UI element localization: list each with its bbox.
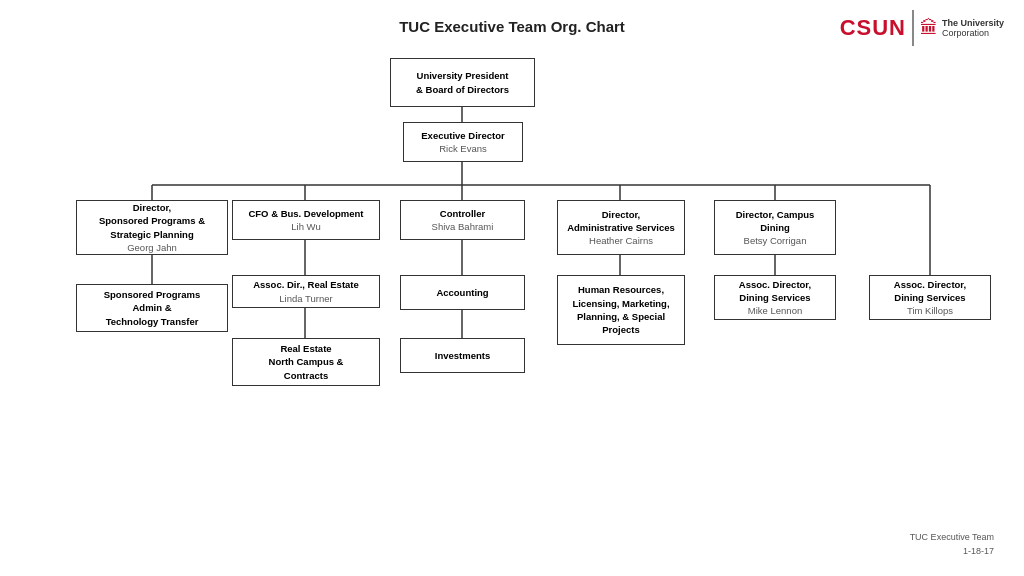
dir-dining-line2: Dining (760, 221, 790, 234)
re-line2: North Campus & (269, 355, 344, 368)
box-director-admin: Director, Administrative Services Heathe… (557, 200, 685, 255)
hr-line2: Licensing, Marketing, (572, 297, 669, 310)
accounting-label: Accounting (436, 286, 488, 299)
footer-line2: 1-18-17 (910, 545, 994, 559)
footer: TUC Executive Team 1-18-17 (910, 531, 994, 558)
box-assoc-dining2: Assoc. Director, Dining Services Tim Kil… (869, 275, 991, 320)
assoc-dining1-name: Mike Lennon (748, 304, 802, 317)
assoc-dining1-line2: Dining Services (739, 291, 810, 304)
box-director-campus-dining: Director, Campus Dining Betsy Corrigan (714, 200, 836, 255)
cfo-name: Lih Wu (291, 220, 320, 233)
logo-right: 🏛 The University Corporation (920, 18, 1004, 39)
sponsored-admin-line2: Admin & (132, 301, 171, 314)
dir-admin-title: Director, (602, 208, 641, 221)
sponsored-admin-line1: Sponsored Programs (104, 288, 201, 301)
assoc-dining1-title: Assoc. Director, (739, 278, 811, 291)
box-real-estate: Real Estate North Campus & Contracts (232, 338, 380, 386)
assoc-dining2-line2: Dining Services (894, 291, 965, 304)
dir-admin-line2: Administrative Services (567, 221, 675, 234)
corporation-name: Corporation (942, 28, 1004, 38)
assoc-re-title: Assoc. Dir., Real Estate (253, 278, 359, 291)
box-executive-director: Executive Director Rick Evans (403, 122, 523, 162)
box-assoc-real-estate: Assoc. Dir., Real Estate Linda Turner (232, 275, 380, 308)
assoc-re-name: Linda Turner (279, 292, 332, 305)
controller-name: Shiva Bahrami (432, 220, 494, 233)
dir-dining-name: Betsy Corrigan (744, 234, 807, 247)
hr-line1: Human Resources, (578, 283, 664, 296)
box-hr: Human Resources, Licensing, Marketing, P… (557, 275, 685, 345)
assoc-dining2-title: Assoc. Director, (894, 278, 966, 291)
re-line1: Real Estate (280, 342, 331, 355)
dir-sponsored-title: Director, (133, 201, 172, 214)
footer-line1: TUC Executive Team (910, 531, 994, 545)
university-president-title: University President (417, 69, 509, 82)
exec-director-title: Executive Director (421, 129, 504, 142)
exec-director-name: Rick Evans (439, 142, 487, 155)
dir-dining-title: Director, Campus (736, 208, 815, 221)
re-line3: Contracts (284, 369, 328, 382)
dir-sponsored-line2: Sponsored Programs & (99, 214, 205, 227)
dir-sponsored-name: Georg Jahn (127, 241, 177, 254)
box-cfo: CFO & Bus. Development Lih Wu (232, 200, 380, 240)
dir-sponsored-line3: Strategic Planning (110, 228, 193, 241)
building-icon: 🏛 (920, 18, 938, 39)
box-accounting: Accounting (400, 275, 525, 310)
logo-area: CSUN 🏛 The University Corporation (840, 10, 1004, 46)
box-sponsored-admin: Sponsored Programs Admin & Technology Tr… (76, 284, 228, 332)
cfo-title: CFO & Bus. Development (248, 207, 363, 220)
sponsored-admin-line3: Technology Transfer (106, 315, 199, 328)
assoc-dining2-name: Tim Killops (907, 304, 953, 317)
box-investments: Investments (400, 338, 525, 373)
investments-label: Investments (435, 349, 490, 362)
box-controller: Controller Shiva Bahrami (400, 200, 525, 240)
box-assoc-dining1: Assoc. Director, Dining Services Mike Le… (714, 275, 836, 320)
logo-divider (912, 10, 914, 46)
dir-admin-name: Heather Cairns (589, 234, 653, 247)
hr-line4: Projects (602, 323, 640, 336)
box-university-president: University President & Board of Director… (390, 58, 535, 107)
box-director-sponsored: Director, Sponsored Programs & Strategic… (76, 200, 228, 255)
hr-line3: Planning, & Special (577, 310, 665, 323)
page: TUC Executive Team Org. Chart CSUN 🏛 The… (0, 0, 1024, 576)
csun-logo: CSUN (840, 15, 906, 41)
university-president-line2: & Board of Directors (416, 83, 509, 96)
controller-title: Controller (440, 207, 485, 220)
university-name: The University (942, 18, 1004, 28)
